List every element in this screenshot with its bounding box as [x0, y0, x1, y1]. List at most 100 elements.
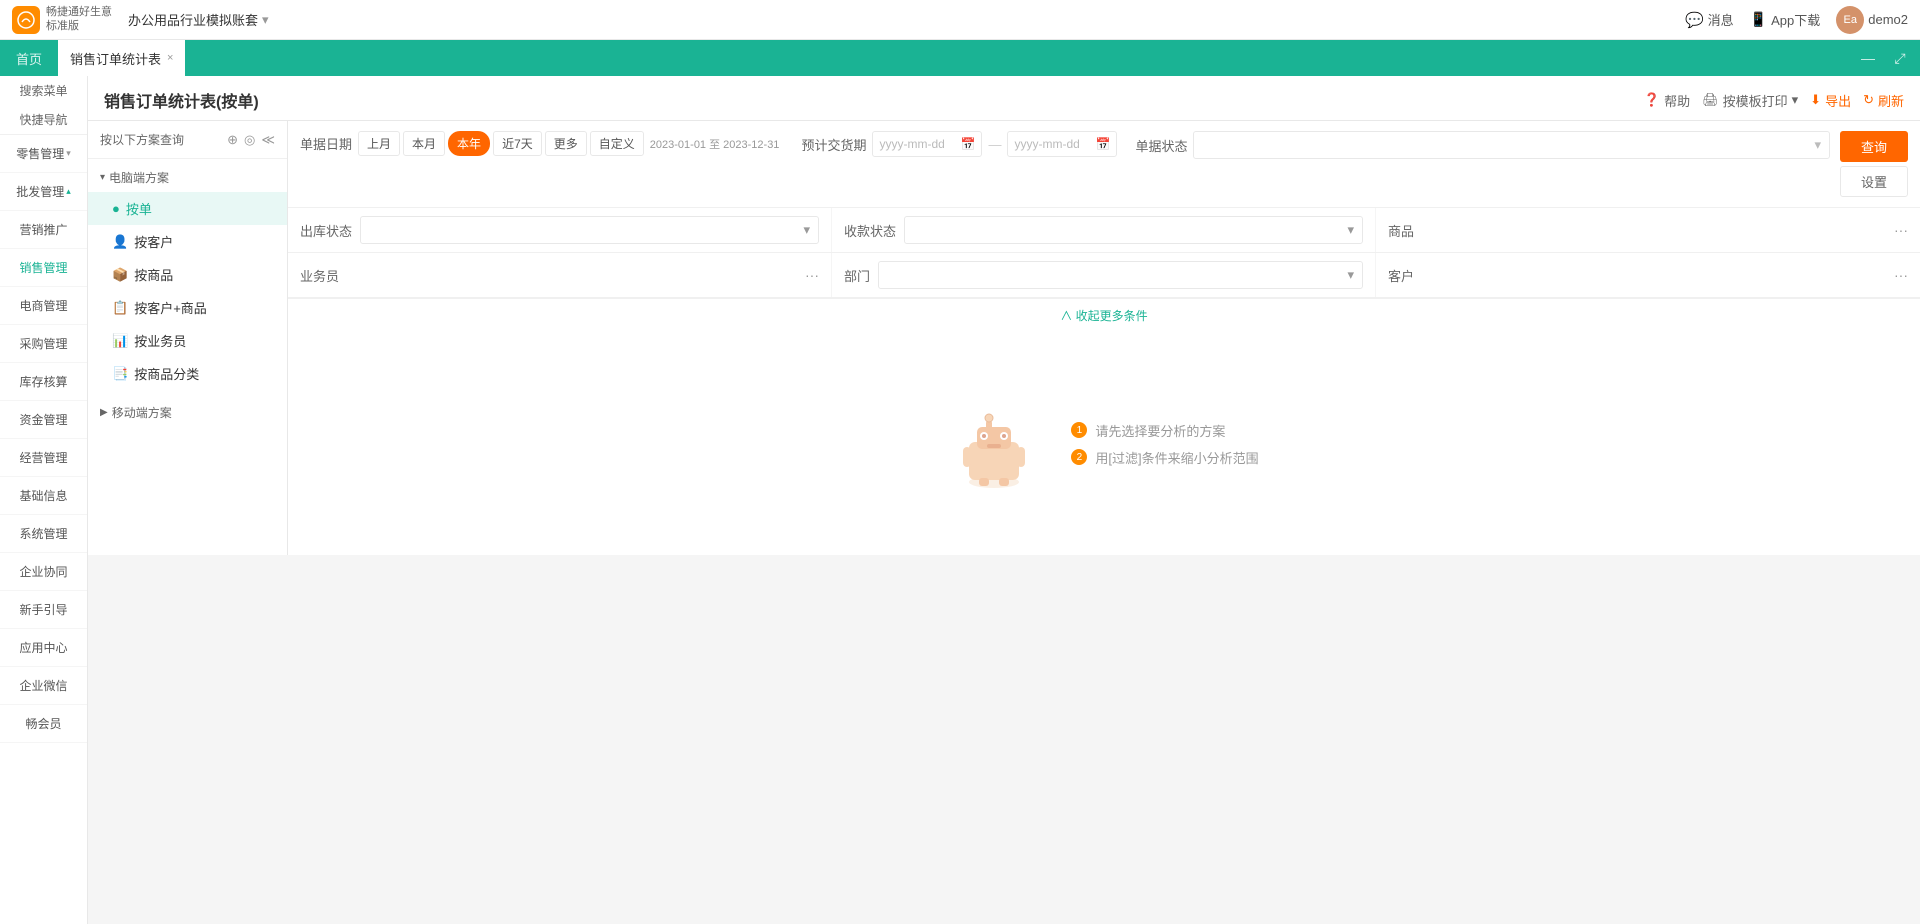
scheme-by-product[interactable]: 📦 按商品 — [88, 258, 287, 291]
tab-home[interactable]: 首页 — [0, 40, 58, 76]
shipment-status-label: 出库状态 — [300, 221, 352, 240]
mobile-section-title[interactable]: ▶ 移动端方案 — [88, 398, 287, 427]
payment-select-arrow: ▾ — [1347, 222, 1354, 238]
scheme-by-customer-product[interactable]: 📋 按客户+商品 — [88, 291, 287, 324]
date-label: 单据日期 — [300, 134, 352, 153]
date-to-input[interactable]: yyyy-mm-dd 📅 — [1007, 131, 1117, 157]
pc-section-title[interactable]: ▾ 电脑端方案 — [88, 163, 287, 192]
print-button[interactable]: 🖨 按模板打印 ▾ — [1702, 91, 1798, 110]
shipment-status-cell: 出库状态 ▾ — [288, 208, 832, 252]
query-button[interactable]: 查询 — [1840, 131, 1908, 162]
this-year-btn[interactable]: 本年 — [448, 131, 490, 156]
scheme-by-category[interactable]: 📑 按商品分类 — [88, 357, 287, 390]
collapse-icon: ∧ — [1060, 309, 1075, 323]
page-header: 销售订单统计表(按单) ❓ 帮助 🖨 按模板打印 ▾ ⬇ 导出 — [88, 76, 1920, 121]
scheme-by-customer[interactable]: 👤 按客户 — [88, 225, 287, 258]
user-menu[interactable]: Ea demo2 — [1836, 6, 1908, 34]
payment-status-select[interactable]: ▾ — [904, 216, 1363, 244]
pc-section-arrow-icon: ▾ — [100, 172, 105, 183]
prev-month-btn[interactable]: 上月 — [358, 131, 400, 156]
collapse-bar[interactable]: ∧ 收起更多条件 — [288, 298, 1920, 332]
mobile-section-arrow-icon: ▶ — [100, 407, 108, 418]
export-icon: ⬇ — [1810, 92, 1821, 108]
scheme-by-salesperson[interactable]: 📊 按业务员 — [88, 324, 287, 357]
date-from-input[interactable]: yyyy-mm-dd 📅 — [872, 131, 982, 157]
by-customer-product-icon: 📋 — [112, 300, 128, 316]
filter-row-1: 单据日期 上月 本月 本年 近7天 更多 自定义 2023-01-01 至 20… — [288, 121, 1920, 208]
scheme-by-order[interactable]: ● 按单 — [88, 192, 287, 225]
date-range-text: 2023-01-01 至 2023-12-31 — [650, 136, 780, 152]
payment-status-cell: 收款状态 ▾ — [832, 208, 1376, 252]
collapse-panel-icon[interactable]: ≪ — [261, 132, 275, 148]
more-btn[interactable]: 更多 — [545, 131, 587, 156]
last7-btn[interactable]: 近7天 — [493, 131, 542, 156]
sidebar-quick-nav[interactable]: 快捷导航 — [0, 105, 87, 135]
tab-bar: 首页 销售订单统计表 × — ⤢ — [0, 40, 1920, 76]
customer-cell: 客户 ··· — [1376, 253, 1920, 297]
date-filter-section: 单据日期 上月 本月 本年 近7天 更多 自定义 2023-01-01 至 20… — [300, 131, 779, 156]
custom-btn[interactable]: 自定义 — [590, 131, 644, 156]
sidebar-item-finance[interactable]: 资金管理 — [0, 401, 87, 439]
settings-scheme-icon[interactable]: ◎ — [244, 132, 255, 148]
top-bar-right: 💬 消息 📱 App下载 Ea demo2 — [1685, 6, 1908, 34]
sidebar-item-operations[interactable]: 经营管理 — [0, 439, 87, 477]
chevron-down-icon: ▾ — [66, 148, 71, 159]
sidebar-item-newbie[interactable]: 新手引导 — [0, 591, 87, 629]
by-salesperson-icon: 📊 — [112, 333, 128, 349]
logo-icon — [12, 6, 40, 34]
chevron-up-icon: ▴ — [66, 186, 71, 197]
department-label: 部门 — [844, 266, 870, 285]
tab-active[interactable]: 销售订单统计表 × — [58, 40, 185, 76]
sidebar-item-marketing[interactable]: 营销推广 — [0, 211, 87, 249]
delivery-label: 预计交货期 — [801, 135, 866, 154]
date-dash: — — [988, 137, 1001, 152]
empty-hint-1: 1 请先选择要分析的方案 — [1071, 421, 1258, 440]
top-bar: 畅捷通好生意 标准版 办公用品行业模拟账套 ▾ 💬 消息 📱 App下载 Ea … — [0, 0, 1920, 40]
export-button[interactable]: ⬇ 导出 — [1810, 91, 1851, 110]
settings-button[interactable]: 设置 — [1840, 166, 1908, 197]
sidebar-item-system[interactable]: 系统管理 — [0, 515, 87, 553]
tab-minimize-button[interactable]: — — [1856, 46, 1880, 70]
customer-label: 客户 — [1388, 266, 1414, 285]
product-dots-button[interactable]: ··· — [1894, 222, 1908, 238]
sidebar-item-ecommerce[interactable]: 电商管理 — [0, 287, 87, 325]
department-select[interactable]: ▾ — [878, 261, 1363, 289]
sidebar-item-retail[interactable]: 零售管理 ▾ — [0, 135, 87, 173]
help-button[interactable]: ❓ 帮助 — [1644, 91, 1690, 110]
inner-layout: 按以下方案查询 ⊕ ◎ ≪ ▾ 电脑端方案 ● — [88, 121, 1920, 555]
message-button[interactable]: 💬 消息 — [1685, 10, 1734, 29]
sidebar-item-basic[interactable]: 基础信息 — [0, 477, 87, 515]
this-month-btn[interactable]: 本月 — [403, 131, 445, 156]
tab-close-icon[interactable]: × — [167, 52, 173, 64]
pc-section: ▾ 电脑端方案 ● 按单 👤 按客户 📦 按 — [88, 159, 287, 394]
customer-dots-button[interactable]: ··· — [1894, 267, 1908, 283]
sidebar: 搜索菜单 快捷导航 零售管理 ▾ 批发管理 ▴ 营销推广 销售管理 电商管理 采… — [0, 76, 88, 924]
sidebar-item-sales[interactable]: 销售管理 — [0, 249, 87, 287]
filter-row-3: 业务员 ··· 部门 ▾ 客户 — [288, 253, 1920, 298]
add-scheme-icon[interactable]: ⊕ — [227, 132, 238, 148]
sidebar-item-member[interactable]: 畅会员 — [0, 705, 87, 743]
app-download-button[interactable]: 📱 App下载 — [1750, 10, 1821, 29]
sidebar-item-appstore[interactable]: 应用中心 — [0, 629, 87, 667]
shipment-select-arrow: ▾ — [803, 222, 810, 238]
order-status-section: 单据状态 ▾ — [1127, 131, 1830, 159]
tab-maximize-button[interactable]: ⤢ — [1888, 46, 1912, 70]
by-category-icon: 📑 — [112, 366, 128, 382]
left-panel-header-icons: ⊕ ◎ ≪ — [227, 132, 275, 148]
sidebar-item-purchase[interactable]: 采购管理 — [0, 325, 87, 363]
sidebar-item-enterprise[interactable]: 企业协同 — [0, 553, 87, 591]
product-cell: 商品 ··· — [1376, 208, 1920, 252]
breadcrumb[interactable]: 办公用品行业模拟账套 ▾ — [128, 10, 269, 29]
sidebar-item-inventory[interactable]: 库存核算 — [0, 363, 87, 401]
refresh-button[interactable]: ↻ 刷新 — [1863, 91, 1904, 110]
sidebar-item-wholesale[interactable]: 批发管理 ▴ — [0, 173, 87, 211]
sidebar-item-corpwechat[interactable]: 企业微信 — [0, 667, 87, 705]
shipment-status-select[interactable]: ▾ — [360, 216, 819, 244]
order-status-select[interactable]: ▾ — [1193, 131, 1830, 159]
status-select-arrow: ▾ — [1814, 137, 1821, 153]
empty-state: 1 请先选择要分析的方案 2 用[过滤]条件来缩小分析范围 — [288, 332, 1920, 555]
sidebar-search[interactable]: 搜索菜单 — [0, 76, 87, 105]
main-layout: 搜索菜单 快捷导航 零售管理 ▾ 批发管理 ▴ 营销推广 销售管理 电商管理 采… — [0, 76, 1920, 924]
by-customer-icon: 👤 — [112, 234, 128, 250]
salesperson-dots-button[interactable]: ··· — [805, 267, 819, 283]
